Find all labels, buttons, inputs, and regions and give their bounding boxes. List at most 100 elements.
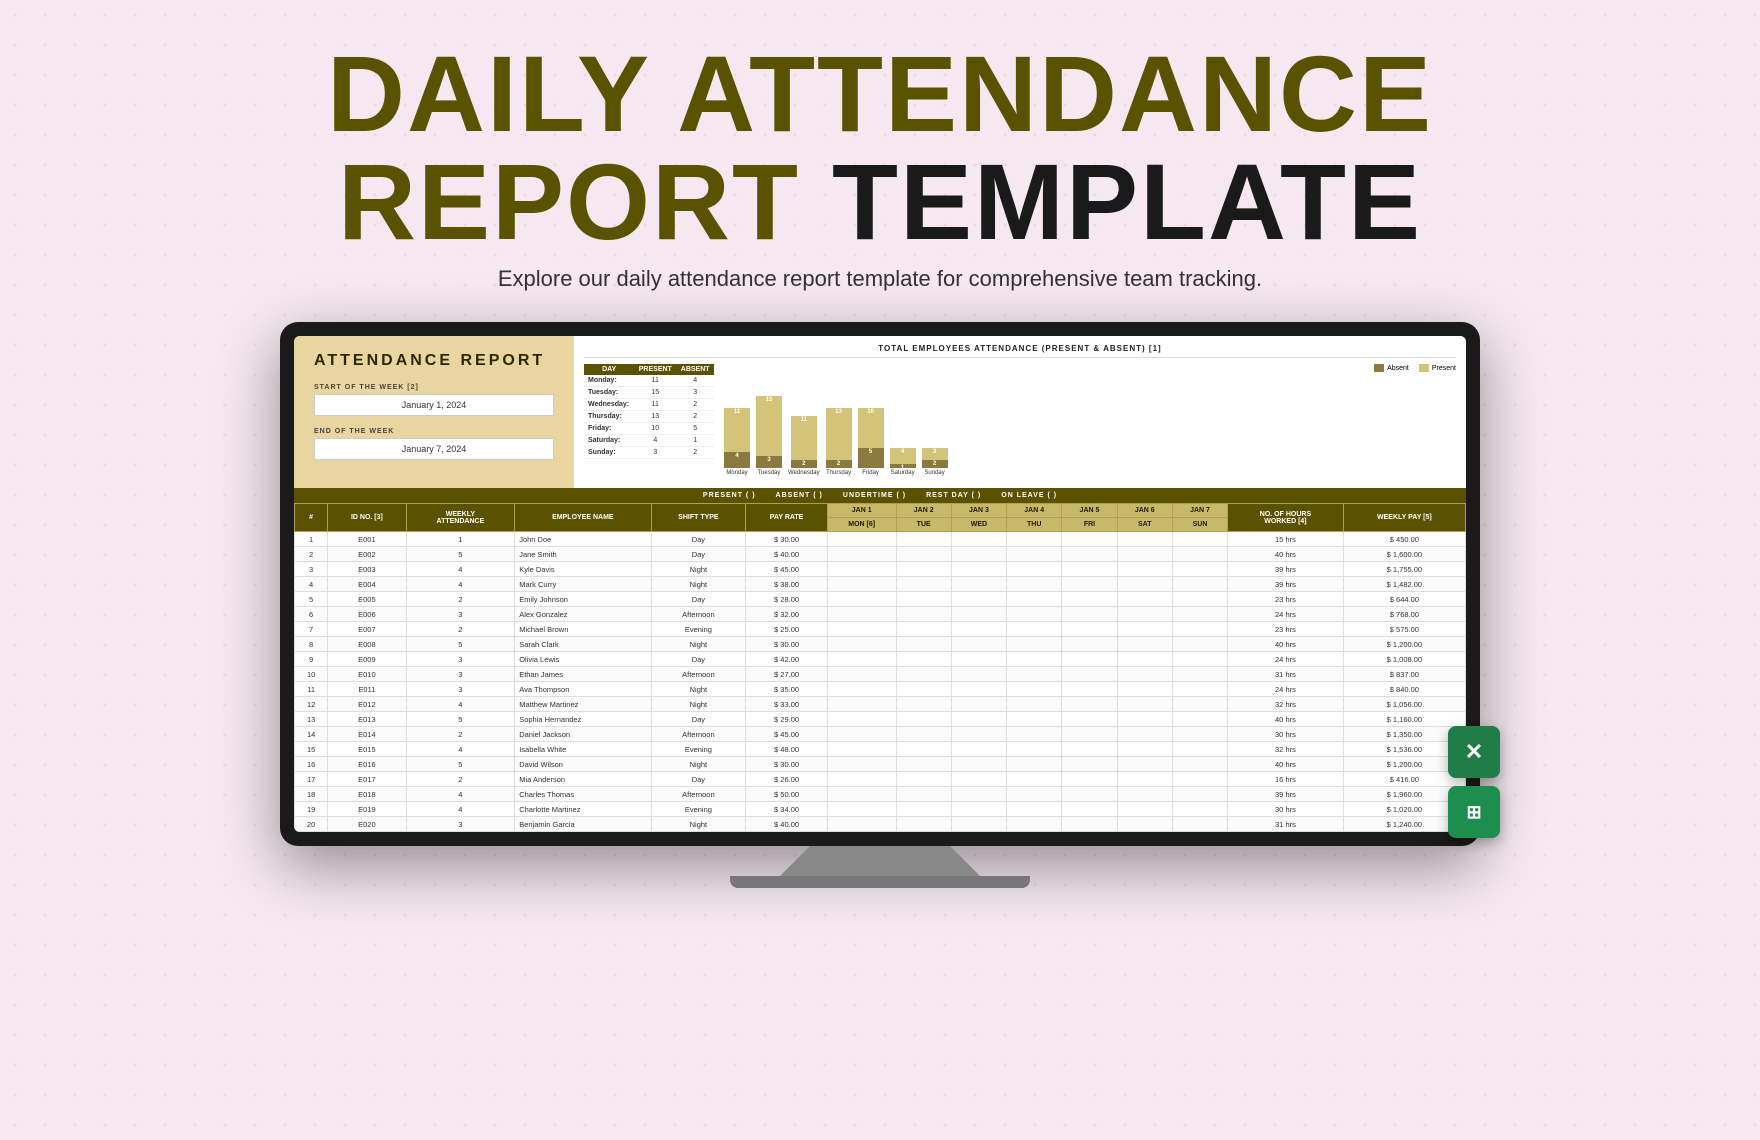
col-shift: SHIFT TYPE (651, 504, 746, 532)
cell-hours: 23 hrs (1228, 622, 1344, 637)
cell-num: 6 (295, 607, 328, 622)
bar-day-label: Tuesday (758, 470, 781, 476)
cell-hours: 39 hrs (1228, 562, 1344, 577)
title-word-template: TEMPLATE (832, 141, 1422, 262)
bar-stack: 4 11 (724, 408, 750, 468)
cell-id: E017 (328, 772, 406, 787)
cell-mon (827, 742, 896, 757)
cell-sat (1117, 712, 1172, 727)
cell-pay: $ 48.00 (746, 742, 828, 757)
cell-tue (896, 787, 951, 802)
summary-row: PRESENT ( )ABSENT ( )UNDERTIME ( )REST D… (294, 488, 1466, 503)
cell-shift: Afternoon (651, 607, 746, 622)
col-mon: Mon [6] (827, 518, 896, 532)
cell-fri (1062, 592, 1117, 607)
cell-tue (896, 637, 951, 652)
cell-thu (1007, 592, 1062, 607)
cell-hours: 39 hrs (1228, 577, 1344, 592)
cell-mon (827, 562, 896, 577)
sheets-label: ⊞ (1466, 802, 1481, 823)
cell-name: Sophia Hernandez (515, 712, 651, 727)
bar-stack: 2 13 (826, 408, 852, 468)
cell-hours: 24 hrs (1228, 682, 1344, 697)
cell-hours: 40 hrs (1228, 712, 1344, 727)
excel-icon[interactable]: ✕ (1448, 726, 1500, 778)
table-row: 16 E016 5 David Wilson Night $ 30.00 40 … (295, 757, 1466, 772)
cell-mon (827, 637, 896, 652)
cell-thu (1007, 562, 1062, 577)
cell-fri (1062, 607, 1117, 622)
bar-absent: 1 (890, 464, 916, 468)
bar-day-label: Sunday (924, 470, 944, 476)
cell-name: Emily Johnson (515, 592, 651, 607)
cell-shift: Day (651, 547, 746, 562)
cell-pay: $ 30.00 (746, 757, 828, 772)
cell-sun (1172, 577, 1227, 592)
spreadsheet: ATTENDANCE REPORT START OF THE WEEK [2] … (294, 336, 1466, 832)
cell-thu (1007, 772, 1062, 787)
cell-sun (1172, 667, 1227, 682)
cell-id: E018 (328, 787, 406, 802)
cell-name: Ethan James (515, 667, 651, 682)
chart-row: Saturday:41 (584, 435, 714, 447)
legend-present: Present (1419, 364, 1456, 372)
cell-hours: 23 hrs (1228, 592, 1344, 607)
table-row: 2 E002 5 Jane Smith Day $ 40.00 40 hrs $… (295, 547, 1466, 562)
table-row: 15 E015 4 Isabella White Evening $ 48.00… (295, 742, 1466, 757)
bar-day-label: Monday (726, 470, 747, 476)
cell-pay: $ 38.00 (746, 577, 828, 592)
cell-pay: $ 30.00 (746, 637, 828, 652)
cell-num: 19 (295, 802, 328, 817)
cell-shift: Night (651, 697, 746, 712)
cell-fri (1062, 787, 1117, 802)
cell-mon (827, 772, 896, 787)
cell-hours: 40 hrs (1228, 757, 1344, 772)
cell-mon (827, 532, 896, 547)
cell-hours: 31 hrs (1228, 667, 1344, 682)
cell-thu (1007, 667, 1062, 682)
cell-tue (896, 667, 951, 682)
cell-hours: 31 hrs (1228, 817, 1344, 832)
chart-row: Wednesday:112 (584, 399, 714, 411)
cell-sat (1117, 547, 1172, 562)
cell-weekly-pay: $ 840.00 (1343, 682, 1465, 697)
absent-num: 2 (826, 461, 852, 467)
cell-sun (1172, 607, 1227, 622)
cell-sun (1172, 727, 1227, 742)
monitor-wrapper: ATTENDANCE REPORT START OF THE WEEK [2] … (280, 322, 1480, 888)
cell-sat (1117, 622, 1172, 637)
bar-day-label: Friday (862, 470, 879, 476)
cell-num: 20 (295, 817, 328, 832)
col-num: # (295, 504, 328, 532)
cell-sun (1172, 622, 1227, 637)
cell-hours: 32 hrs (1228, 697, 1344, 712)
cell-num: 13 (295, 712, 328, 727)
col-jan5: Jan 5 (1062, 504, 1117, 518)
monitor-screen: ATTENDANCE REPORT START OF THE WEEK [2] … (294, 336, 1466, 832)
cell-fri (1062, 757, 1117, 772)
cell-sun (1172, 682, 1227, 697)
present-num: 4 (890, 449, 916, 455)
cell-shift: Day (651, 712, 746, 727)
cell-mon (827, 577, 896, 592)
cell-thu (1007, 757, 1062, 772)
main-table: # ID NO. [3] WEEKLYATTENDANCE EMPLOYEE N… (294, 503, 1466, 832)
attendance-table: DAY PRESENT ABSENT Monday:114Tuesday:153… (584, 364, 714, 459)
bar-group: 2 3 Sunday (922, 448, 948, 476)
table-row: 17 E017 2 Mia Anderson Day $ 26.00 16 hr… (295, 772, 1466, 787)
cell-id: E009 (328, 652, 406, 667)
cell-fri (1062, 682, 1117, 697)
absent-num: 2 (791, 461, 817, 467)
chart-legend: Absent Present (724, 364, 1456, 372)
absent-num: 4 (724, 453, 750, 459)
main-table-container: # ID NO. [3] WEEKLYATTENDANCE EMPLOYEE N… (294, 503, 1466, 832)
cell-shift: Evening (651, 742, 746, 757)
sheets-icon[interactable]: ⊞ (1448, 786, 1500, 838)
cell-mon (827, 697, 896, 712)
cell-sun (1172, 697, 1227, 712)
col-thu: Thu (1007, 518, 1062, 532)
cell-sat (1117, 727, 1172, 742)
subtitle: Explore our daily attendance report temp… (498, 266, 1262, 292)
cell-name: Michael Brown (515, 622, 651, 637)
cell-id: E015 (328, 742, 406, 757)
